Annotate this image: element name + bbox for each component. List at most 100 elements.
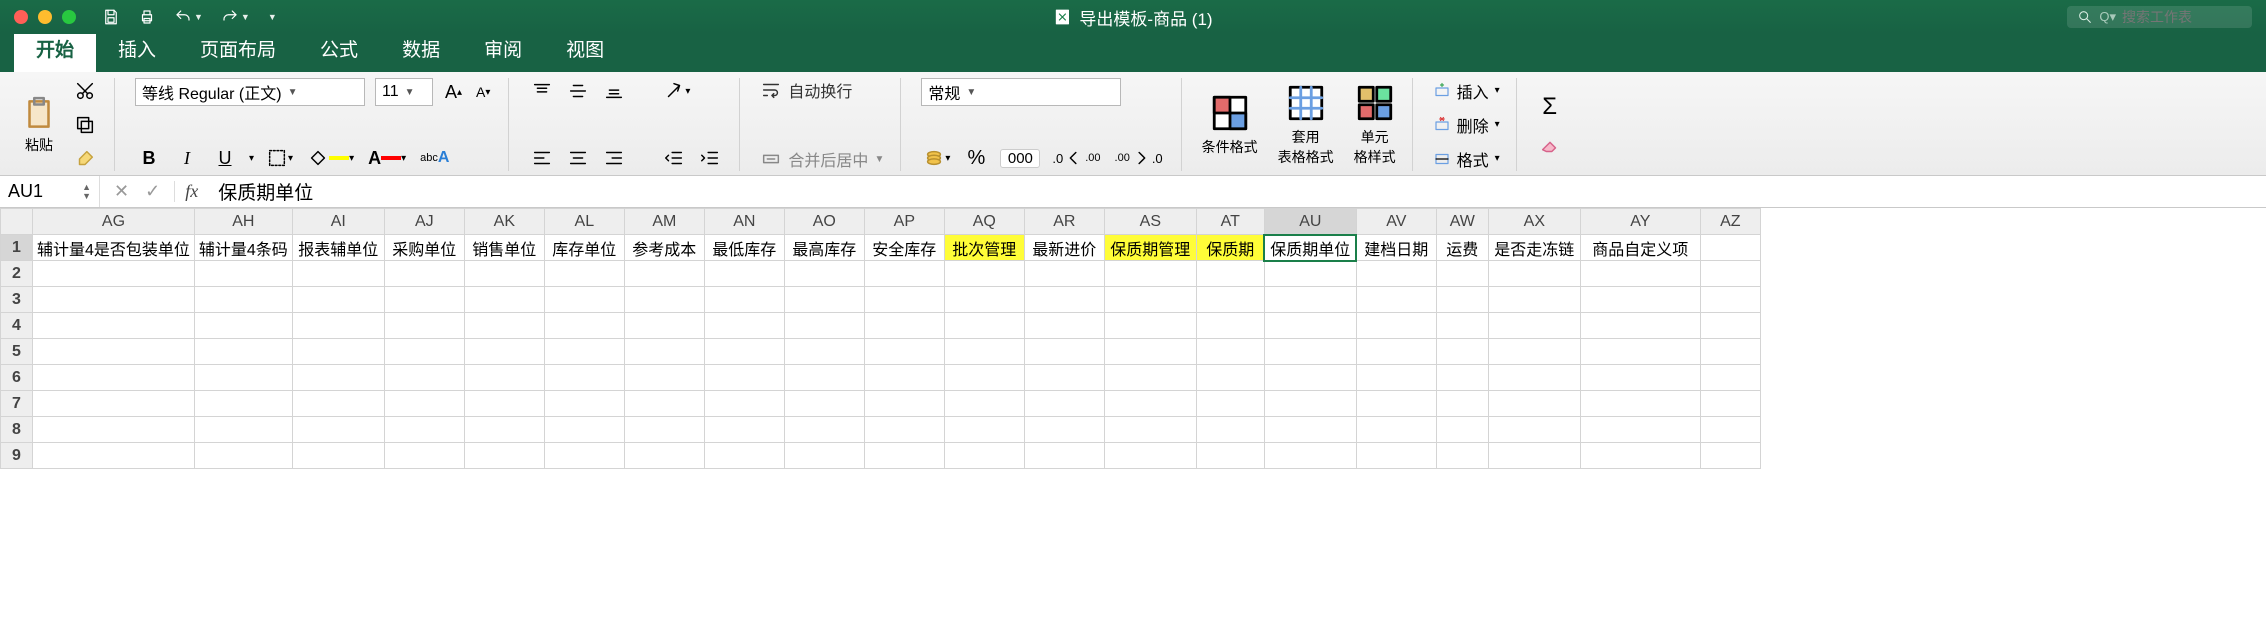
cell-AM1[interactable]: 参考成本 xyxy=(624,235,704,261)
cell-AS2[interactable] xyxy=(1104,261,1196,287)
cell-AN2[interactable] xyxy=(704,261,784,287)
comma-button[interactable]: 000 xyxy=(1000,149,1040,168)
orientation-button[interactable]: ▾ xyxy=(661,78,692,104)
cell-AS5[interactable] xyxy=(1104,339,1196,365)
search-box[interactable]: Q▾ xyxy=(2067,6,2252,28)
row-header-5[interactable]: 5 xyxy=(1,339,33,365)
cell-AN4[interactable] xyxy=(704,313,784,339)
cell-AJ2[interactable] xyxy=(384,261,464,287)
col-header-AV[interactable]: AV xyxy=(1356,209,1436,235)
cell-AK9[interactable] xyxy=(464,443,544,469)
align-center-button[interactable] xyxy=(565,145,591,171)
cell-AO1[interactable]: 最高库存 xyxy=(784,235,864,261)
cell-AG4[interactable] xyxy=(33,313,195,339)
cell-AT9[interactable] xyxy=(1196,443,1264,469)
cell-AI2[interactable] xyxy=(292,261,384,287)
cell-AR7[interactable] xyxy=(1024,391,1104,417)
cell-AU3[interactable] xyxy=(1264,287,1356,313)
col-header-AM[interactable]: AM xyxy=(624,209,704,235)
format-cells-button[interactable]: 格式▾ xyxy=(1433,147,1500,171)
cell-AX4[interactable] xyxy=(1488,313,1580,339)
cell-AQ1[interactable]: 批次管理 xyxy=(944,235,1024,261)
cell-AX5[interactable] xyxy=(1488,339,1580,365)
cell-AP7[interactable] xyxy=(864,391,944,417)
autosum-button[interactable]: Σ xyxy=(1537,91,1563,123)
col-header-AO[interactable]: AO xyxy=(784,209,864,235)
cell-AN8[interactable] xyxy=(704,417,784,443)
cell-AI8[interactable] xyxy=(292,417,384,443)
col-header-AI[interactable]: AI xyxy=(292,209,384,235)
cell-AP5[interactable] xyxy=(864,339,944,365)
cell-AK1[interactable]: 销售单位 xyxy=(464,235,544,261)
cell-AY1[interactable]: 商品自定义项 xyxy=(1580,235,1700,261)
cell-AG9[interactable] xyxy=(33,443,195,469)
cell-AZ2[interactable] xyxy=(1700,261,1760,287)
cell-AM9[interactable] xyxy=(624,443,704,469)
cell-AU5[interactable] xyxy=(1264,339,1356,365)
spreadsheet-grid[interactable]: AGAHAIAJAKALAMANAOAPAQARASATAUAVAWAXAYAZ… xyxy=(0,208,2266,469)
decrease-indent-button[interactable] xyxy=(661,145,687,171)
cell-AM4[interactable] xyxy=(624,313,704,339)
minimize-window-button[interactable] xyxy=(38,10,52,24)
cell-AI6[interactable] xyxy=(292,365,384,391)
cell-AZ1[interactable] xyxy=(1700,235,1760,261)
cell-AT2[interactable] xyxy=(1196,261,1264,287)
cell-AO3[interactable] xyxy=(784,287,864,313)
cell-AM5[interactable] xyxy=(624,339,704,365)
cell-AO5[interactable] xyxy=(784,339,864,365)
cell-AL8[interactable] xyxy=(544,417,624,443)
cell-AP4[interactable] xyxy=(864,313,944,339)
cell-AQ7[interactable] xyxy=(944,391,1024,417)
cell-AL6[interactable] xyxy=(544,365,624,391)
cell-AP2[interactable] xyxy=(864,261,944,287)
cell-AG6[interactable] xyxy=(33,365,195,391)
cell-AU7[interactable] xyxy=(1264,391,1356,417)
cancel-formula-button[interactable]: ✕ xyxy=(114,181,129,202)
cell-AM8[interactable] xyxy=(624,417,704,443)
col-header-AU[interactable]: AU xyxy=(1264,209,1356,235)
cell-AR4[interactable] xyxy=(1024,313,1104,339)
clear-button[interactable] xyxy=(1537,133,1563,159)
cell-AI4[interactable] xyxy=(292,313,384,339)
align-middle-button[interactable] xyxy=(565,78,591,104)
cell-AV8[interactable] xyxy=(1356,417,1436,443)
cell-AG3[interactable] xyxy=(33,287,195,313)
col-header-AJ[interactable]: AJ xyxy=(384,209,464,235)
cell-AH5[interactable] xyxy=(194,339,292,365)
col-header-AL[interactable]: AL xyxy=(544,209,624,235)
merge-center-button[interactable]: 合并后居中 ▼ xyxy=(760,147,884,171)
cell-AQ8[interactable] xyxy=(944,417,1024,443)
cell-AJ8[interactable] xyxy=(384,417,464,443)
bold-button[interactable]: B xyxy=(135,148,163,169)
cell-AG1[interactable]: 辅计量4是否包装单位 xyxy=(33,235,195,261)
phonetic-button[interactable]: abcA xyxy=(418,147,451,169)
col-header-AT[interactable]: AT xyxy=(1196,209,1264,235)
cell-AG7[interactable] xyxy=(33,391,195,417)
cell-AK4[interactable] xyxy=(464,313,544,339)
cell-AS4[interactable] xyxy=(1104,313,1196,339)
cell-AT8[interactable] xyxy=(1196,417,1264,443)
cell-AV2[interactable] xyxy=(1356,261,1436,287)
cell-AP9[interactable] xyxy=(864,443,944,469)
cell-AX8[interactable] xyxy=(1488,417,1580,443)
undo-button[interactable]: ▼ xyxy=(174,8,203,26)
row-header-3[interactable]: 3 xyxy=(1,287,33,313)
cell-AR3[interactable] xyxy=(1024,287,1104,313)
cell-AV9[interactable] xyxy=(1356,443,1436,469)
cell-AS3[interactable] xyxy=(1104,287,1196,313)
cell-AQ4[interactable] xyxy=(944,313,1024,339)
cell-AU4[interactable] xyxy=(1264,313,1356,339)
cell-AR9[interactable] xyxy=(1024,443,1104,469)
cell-AY5[interactable] xyxy=(1580,339,1700,365)
cut-button[interactable] xyxy=(72,78,98,104)
format-as-table-button[interactable]: 套用 表格格式 xyxy=(1278,82,1334,167)
decrease-font-button[interactable]: A▾ xyxy=(474,82,492,102)
cell-AY6[interactable] xyxy=(1580,365,1700,391)
redo-button[interactable]: ▼ xyxy=(221,8,250,26)
cell-AU1[interactable]: 保质期单位 xyxy=(1264,235,1356,261)
cell-AI1[interactable]: 报表辅单位 xyxy=(292,235,384,261)
row-header-8[interactable]: 8 xyxy=(1,417,33,443)
close-window-button[interactable] xyxy=(14,10,28,24)
cell-AV7[interactable] xyxy=(1356,391,1436,417)
cell-AH4[interactable] xyxy=(194,313,292,339)
